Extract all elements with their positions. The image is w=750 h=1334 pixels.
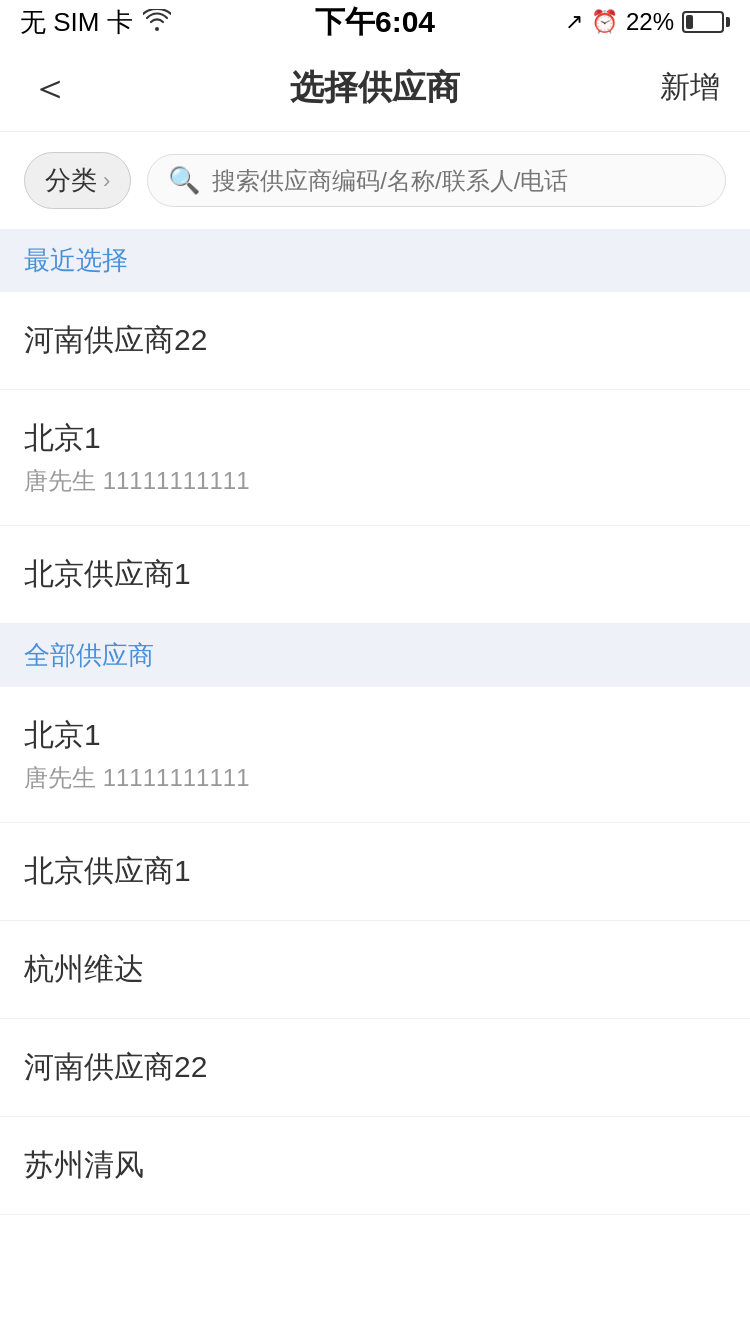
location-icon: ↗ [565,9,583,35]
list-item[interactable]: 北京供应商1 [0,526,750,624]
alarm-icon: ⏰ [591,9,618,35]
item-name: 河南供应商22 [24,1047,726,1088]
nav-bar: ＜ 选择供应商 新增 [0,44,750,132]
item-sub: 唐先生 11111111111 [24,465,726,497]
item-name: 北京供应商1 [24,851,726,892]
item-name: 苏州清风 [24,1145,726,1186]
page-title: 选择供应商 [290,65,460,111]
status-left: 无 SIM 卡 [20,5,171,40]
category-button[interactable]: 分类 › [24,152,131,209]
item-name: 河南供应商22 [24,320,726,361]
section-header-recent: 最近选择 [0,229,750,292]
item-name: 北京供应商1 [24,554,726,595]
carrier-text: 无 SIM 卡 [20,5,133,40]
item-sub: 唐先生 11111111111 [24,762,726,794]
list-item[interactable]: 北京供应商1 [0,823,750,921]
back-button[interactable]: ＜ [30,60,90,115]
list-item[interactable]: 北京1 唐先生 11111111111 [0,687,750,823]
battery-icon [682,11,730,33]
item-name: 北京1 [24,418,726,459]
sections-container: 最近选择河南供应商22 北京1 唐先生 11111111111 北京供应商1 全部供应商… [0,229,750,1215]
wifi-icon [143,7,171,38]
status-time: 下午6:04 [315,2,435,43]
filter-bar: 分类 › 🔍 [0,132,750,229]
item-name: 杭州维达 [24,949,726,990]
status-bar: 无 SIM 卡 下午6:04 ↗ ⏰ 22% [0,0,750,44]
add-button[interactable]: 新增 [660,67,720,108]
section-header-text: 最近选择 [24,245,128,275]
battery-pct: 22% [626,8,674,36]
list-item[interactable]: 苏州清风 [0,1117,750,1215]
section-header-text: 全部供应商 [24,640,154,670]
list-item[interactable]: 北京1 唐先生 11111111111 [0,390,750,526]
section-header-all: 全部供应商 [0,624,750,687]
search-input[interactable] [212,167,705,195]
status-right: ↗ ⏰ 22% [565,8,730,36]
list-item[interactable]: 河南供应商22 [0,1019,750,1117]
search-box: 🔍 [147,154,726,207]
chevron-right-icon: › [103,168,110,194]
list-item[interactable]: 杭州维达 [0,921,750,1019]
search-icon: 🔍 [168,165,200,196]
list-item[interactable]: 河南供应商22 [0,292,750,390]
category-label: 分类 [45,163,97,198]
item-name: 北京1 [24,715,726,756]
